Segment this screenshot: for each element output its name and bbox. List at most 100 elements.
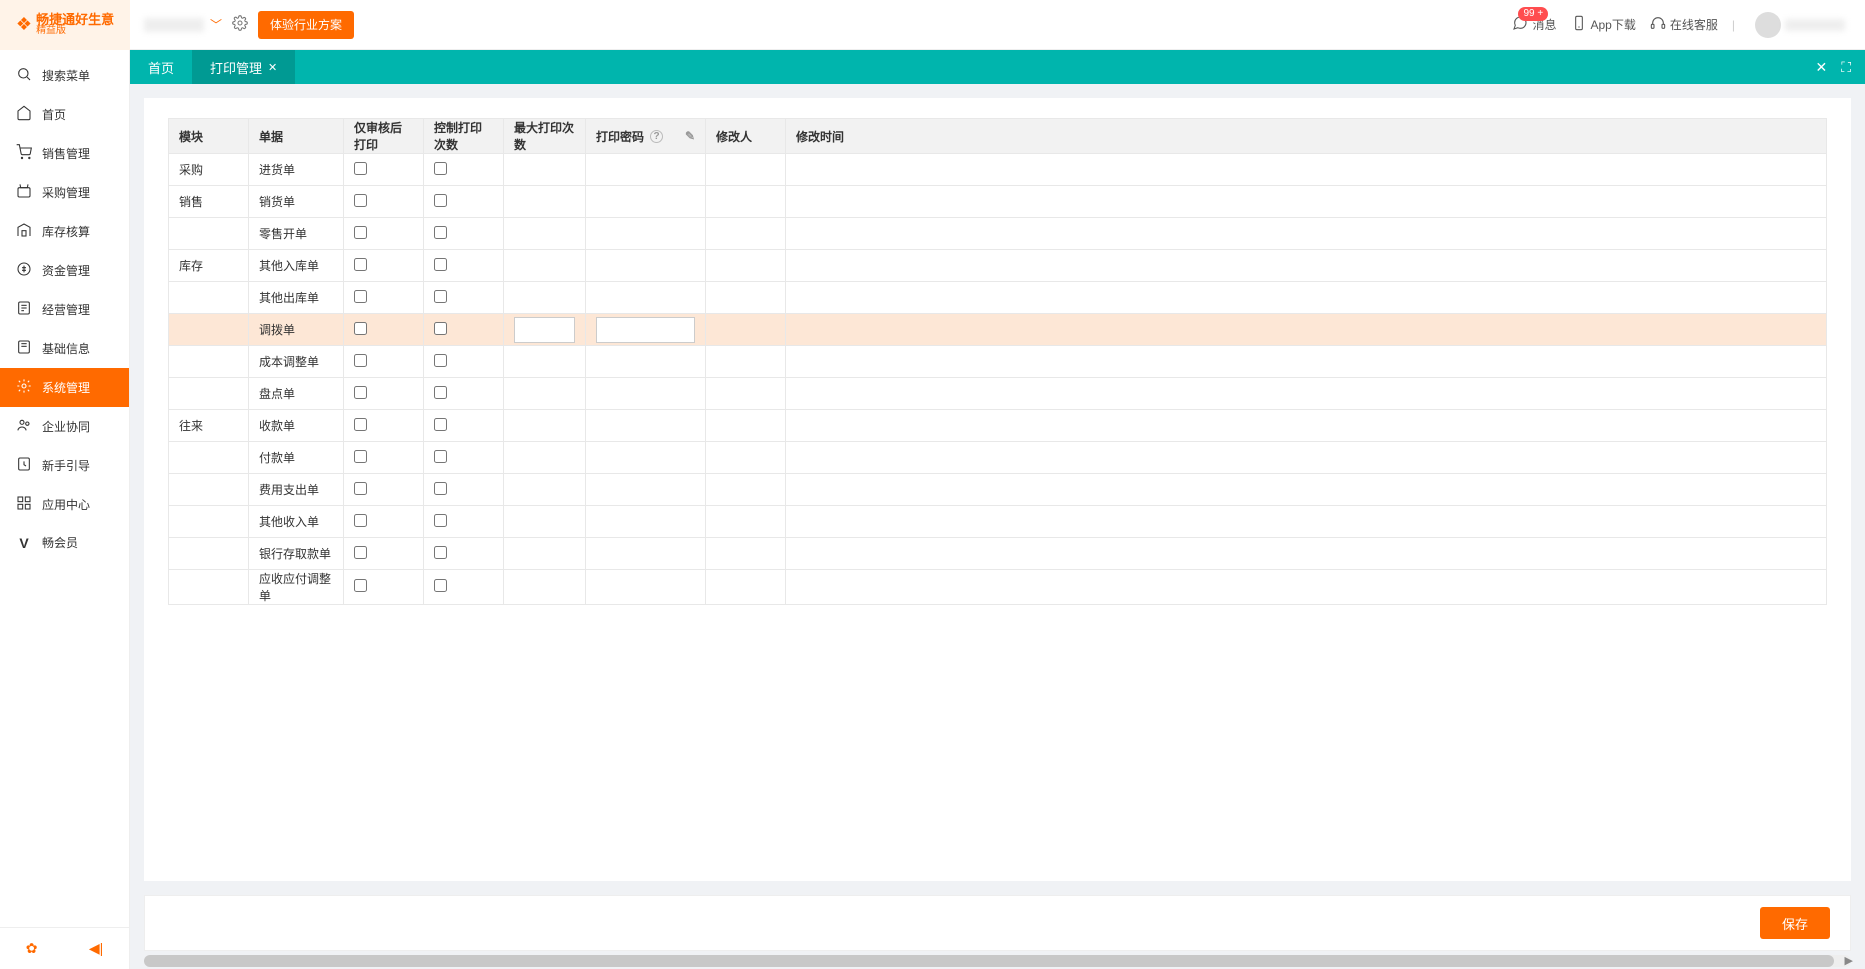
sidebar-item-10[interactable]: 新手引导 bbox=[0, 446, 129, 485]
cell-limit bbox=[424, 250, 504, 282]
cell-max bbox=[504, 186, 586, 218]
limit-count-checkbox[interactable] bbox=[434, 194, 447, 207]
cell-limit bbox=[424, 538, 504, 570]
password-input[interactable] bbox=[596, 317, 695, 343]
report-icon bbox=[16, 300, 32, 319]
audit-only-checkbox[interactable] bbox=[354, 258, 367, 271]
limit-count-checkbox[interactable] bbox=[434, 322, 447, 335]
audit-only-checkbox[interactable] bbox=[354, 226, 367, 239]
cell-modifier bbox=[706, 186, 786, 218]
sidebar-item-label: 资金管理 bbox=[42, 262, 90, 279]
cell-time bbox=[786, 506, 1827, 538]
audit-only-checkbox[interactable] bbox=[354, 194, 367, 207]
limit-count-checkbox[interactable] bbox=[434, 579, 447, 592]
cell-modifier bbox=[706, 314, 786, 346]
sidebar-item-2[interactable]: 销售管理 bbox=[0, 134, 129, 173]
cell-limit bbox=[424, 506, 504, 538]
table-row: 成本调整单 bbox=[169, 346, 1827, 378]
sidebar-item-11[interactable]: 应用中心 bbox=[0, 485, 129, 524]
cell-modifier bbox=[706, 410, 786, 442]
limit-count-checkbox[interactable] bbox=[434, 258, 447, 271]
cell-pass bbox=[586, 410, 706, 442]
help-icon[interactable]: ? bbox=[650, 130, 663, 143]
cell-time bbox=[786, 410, 1827, 442]
sidebar-item-5[interactable]: 资金管理 bbox=[0, 251, 129, 290]
sidebar-item-6[interactable]: 经营管理 bbox=[0, 290, 129, 329]
cell-time bbox=[786, 346, 1827, 378]
audit-only-checkbox[interactable] bbox=[354, 354, 367, 367]
limit-count-checkbox[interactable] bbox=[434, 226, 447, 239]
cell-limit bbox=[424, 570, 504, 605]
cell-doc: 应收应付调整单 bbox=[249, 570, 344, 605]
limit-count-checkbox[interactable] bbox=[434, 450, 447, 463]
limit-count-checkbox[interactable] bbox=[434, 514, 447, 527]
sidebar-settings-icon[interactable]: ✿ bbox=[26, 940, 38, 957]
audit-only-checkbox[interactable] bbox=[354, 386, 367, 399]
cell-doc: 进货单 bbox=[249, 154, 344, 186]
limit-count-checkbox[interactable] bbox=[434, 418, 447, 431]
audit-only-checkbox[interactable] bbox=[354, 162, 367, 175]
cell-time bbox=[786, 570, 1827, 605]
limit-count-checkbox[interactable] bbox=[434, 482, 447, 495]
cell-audit bbox=[344, 218, 424, 250]
limit-count-checkbox[interactable] bbox=[434, 354, 447, 367]
tab-close-all-icon[interactable]: ✕ bbox=[1815, 59, 1827, 76]
audit-only-checkbox[interactable] bbox=[354, 482, 367, 495]
online-service-link[interactable]: 在线客服 bbox=[1650, 15, 1718, 34]
sidebar: 搜索菜单首页销售管理采购管理库存核算资金管理经营管理基础信息系统管理企业协同新手… bbox=[0, 50, 130, 969]
org-selector[interactable]: ﹀ bbox=[144, 16, 222, 33]
audit-only-checkbox[interactable] bbox=[354, 290, 367, 303]
tabs-bar: 首页打印管理✕ ✕ ⛶ bbox=[130, 50, 1865, 84]
tab-0[interactable]: 首页 bbox=[130, 50, 192, 84]
audit-only-checkbox[interactable] bbox=[354, 450, 367, 463]
messages-badge: 99 + bbox=[1518, 7, 1548, 21]
horizontal-scrollbar[interactable]: ▶ bbox=[144, 955, 1851, 967]
audit-only-checkbox[interactable] bbox=[354, 546, 367, 559]
experience-industry-button[interactable]: 体验行业方案 bbox=[258, 11, 354, 39]
fullscreen-icon[interactable]: ⛶ bbox=[1841, 59, 1851, 76]
cell-modifier bbox=[706, 474, 786, 506]
stock-icon bbox=[16, 222, 32, 241]
gear-icon[interactable] bbox=[232, 15, 248, 34]
sidebar-item-8[interactable]: 系统管理 bbox=[0, 368, 129, 407]
sidebar-item-9[interactable]: 企业协同 bbox=[0, 407, 129, 446]
phone-icon bbox=[1571, 15, 1587, 34]
table-row: 其他出库单 bbox=[169, 282, 1827, 314]
cell-module: 库存 bbox=[169, 250, 249, 282]
cell-modifier bbox=[706, 378, 786, 410]
tab-1[interactable]: 打印管理✕ bbox=[192, 50, 295, 84]
col-max-count: 最大打印次数 bbox=[504, 119, 586, 154]
sidebar-item-4[interactable]: 库存核算 bbox=[0, 212, 129, 251]
limit-count-checkbox[interactable] bbox=[434, 546, 447, 559]
audit-only-checkbox[interactable] bbox=[354, 579, 367, 592]
cell-audit bbox=[344, 570, 424, 605]
sidebar-item-0[interactable]: 搜索菜单 bbox=[0, 56, 129, 95]
save-button[interactable]: 保存 bbox=[1760, 907, 1830, 939]
sidebar-item-label: 应用中心 bbox=[42, 496, 90, 513]
audit-only-checkbox[interactable] bbox=[354, 514, 367, 527]
app-download-link[interactable]: App下载 bbox=[1571, 15, 1636, 34]
col-password: 打印密码 ? ✎ bbox=[586, 119, 706, 154]
scroll-right-icon[interactable]: ▶ bbox=[1845, 954, 1853, 967]
user-name-blurred bbox=[1785, 19, 1845, 31]
sidebar-collapse-icon[interactable]: ◀| bbox=[89, 940, 103, 957]
audit-only-checkbox[interactable] bbox=[354, 322, 367, 335]
edit-icon[interactable]: ✎ bbox=[685, 129, 695, 143]
cell-max bbox=[504, 314, 586, 346]
sidebar-item-3[interactable]: 采购管理 bbox=[0, 173, 129, 212]
sidebar-item-label: 新手引导 bbox=[42, 457, 90, 474]
messages-link[interactable]: 99 + 消息 bbox=[1512, 15, 1556, 34]
sidebar-item-12[interactable]: V畅会员 bbox=[0, 524, 129, 561]
close-icon[interactable]: ✕ bbox=[268, 61, 277, 74]
sidebar-item-1[interactable]: 首页 bbox=[0, 95, 129, 134]
limit-count-checkbox[interactable] bbox=[434, 386, 447, 399]
audit-only-checkbox[interactable] bbox=[354, 418, 367, 431]
max-count-input[interactable] bbox=[514, 317, 575, 343]
user-menu[interactable] bbox=[1749, 12, 1845, 38]
cell-doc: 银行存取款单 bbox=[249, 538, 344, 570]
limit-count-checkbox[interactable] bbox=[434, 290, 447, 303]
scrollbar-thumb[interactable] bbox=[144, 955, 1834, 967]
limit-count-checkbox[interactable] bbox=[434, 162, 447, 175]
cell-module bbox=[169, 570, 249, 605]
sidebar-item-7[interactable]: 基础信息 bbox=[0, 329, 129, 368]
